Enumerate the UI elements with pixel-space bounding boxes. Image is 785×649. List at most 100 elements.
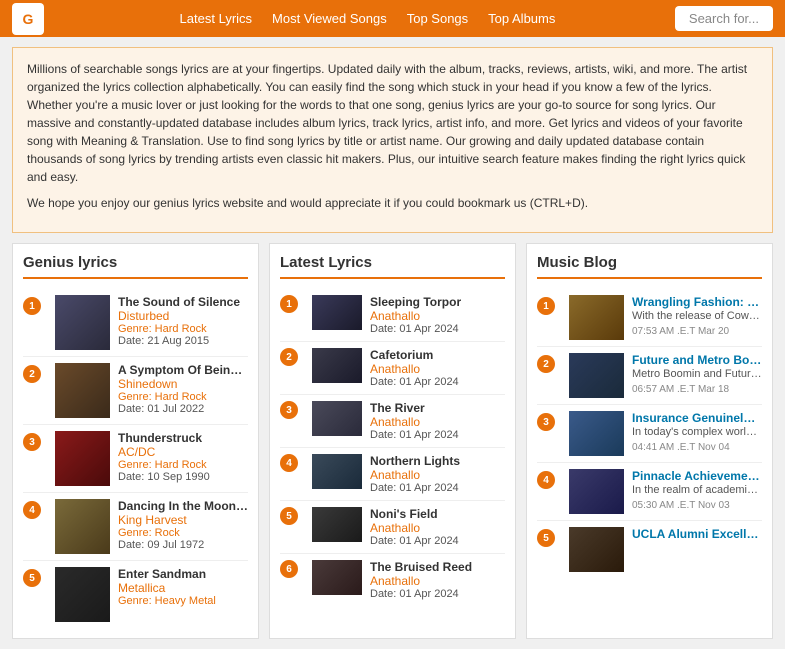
song-title[interactable]: Northern Lights [370, 454, 505, 468]
list-item: 3 Insurance Genuinely Cost In today's co… [537, 405, 762, 463]
song-title[interactable]: The River [370, 401, 505, 415]
list-item: 4 Pinnacle Achievement Scholars... In th… [537, 463, 762, 521]
logo: G [12, 3, 44, 35]
item-info: Future and Metro Boomin's Du... Metro Bo… [632, 353, 762, 395]
artist-name[interactable]: Anathallo [370, 521, 505, 535]
item-info: A Symptom Of Being Human Shinedown Genre… [118, 363, 248, 415]
item-info: Sleeping Torpor Anathallo Date: 01 Apr 2… [370, 295, 505, 335]
item-info: The Bruised Reed Anathallo Date: 01 Apr … [370, 560, 505, 600]
artist-name[interactable]: Anathallo [370, 309, 505, 323]
genre-label: Genre: Hard Rock [118, 391, 248, 403]
blog-time: 07:53 AM .E.T Mar 20 [632, 326, 762, 337]
search-button[interactable]: Search for... [675, 6, 773, 31]
album-thumbnail [55, 431, 110, 486]
nav-most-viewed-songs[interactable]: Most Viewed Songs [272, 11, 387, 26]
date-label: Date: 01 Apr 2024 [370, 323, 505, 335]
album-thumbnail [55, 499, 110, 554]
item-number: 5 [23, 567, 47, 587]
list-item: 6 The Bruised Reed Anathallo Date: 01 Ap… [280, 554, 505, 606]
song-title[interactable]: Sleeping Torpor [370, 295, 505, 309]
intro-banner: Millions of searchable songs lyrics are … [12, 47, 773, 233]
song-title[interactable]: Noni's Field [370, 507, 505, 521]
item-number: 6 [280, 560, 304, 578]
album-thumbnail [55, 567, 110, 622]
artist-name[interactable]: Anathallo [370, 415, 505, 429]
item-number: 4 [23, 499, 47, 519]
item-number: 2 [23, 363, 47, 383]
blog-title[interactable]: Pinnacle Achievement Scholars... [632, 469, 762, 483]
item-info: UCLA Alumni Excellence Schola... [632, 527, 762, 543]
item-info: Thunderstruck AC/DC Genre: Hard Rock Dat… [118, 431, 248, 483]
nav-top-songs[interactable]: Top Songs [407, 11, 468, 26]
nav-latest-lyrics[interactable]: Latest Lyrics [180, 11, 253, 26]
song-title[interactable]: Enter Sandman [118, 567, 248, 581]
list-item: 1 Sleeping Torpor Anathallo Date: 01 Apr… [280, 289, 505, 342]
item-info: Wrangling Fashion: How Beyon... With the… [632, 295, 762, 337]
item-info: Pinnacle Achievement Scholars... In the … [632, 469, 762, 511]
header: G Latest Lyrics Most Viewed Songs Top So… [0, 0, 785, 37]
item-info: Northern Lights Anathallo Date: 01 Apr 2… [370, 454, 505, 494]
genre-label: Genre: Heavy Metal [118, 595, 248, 607]
blog-title[interactable]: Insurance Genuinely Cost [632, 411, 762, 425]
item-number: 4 [537, 469, 561, 489]
blog-time: 06:57 AM .E.T Mar 18 [632, 384, 762, 395]
list-item: 4 Northern Lights Anathallo Date: 01 Apr… [280, 448, 505, 501]
latest-lyrics-title: Latest Lyrics [280, 254, 505, 279]
main-content: Genius lyrics 1 The Sound of Silence Dis… [12, 243, 773, 639]
nav-top-albums[interactable]: Top Albums [488, 11, 555, 26]
item-number: 3 [280, 401, 304, 419]
item-number: 2 [537, 353, 561, 373]
genre-label: Genre: Hard Rock [118, 459, 248, 471]
song-thumbnail [312, 295, 362, 330]
list-item: 5 Noni's Field Anathallo Date: 01 Apr 20… [280, 501, 505, 554]
artist-name[interactable]: Shinedown [118, 377, 248, 391]
genius-lyrics-title: Genius lyrics [23, 254, 248, 279]
date-label: Date: 09 Jul 1972 [118, 539, 248, 551]
album-thumbnail [55, 363, 110, 418]
blog-title[interactable]: UCLA Alumni Excellence Schola... [632, 527, 762, 541]
song-thumbnail [312, 507, 362, 542]
main-nav: Latest Lyrics Most Viewed Songs Top Song… [60, 11, 675, 26]
date-label: Date: 01 Apr 2024 [370, 376, 505, 388]
item-info: The Sound of Silence Disturbed Genre: Ha… [118, 295, 248, 347]
artist-name[interactable]: Anathallo [370, 574, 505, 588]
item-info: Noni's Field Anathallo Date: 01 Apr 2024 [370, 507, 505, 547]
artist-name[interactable]: Anathallo [370, 362, 505, 376]
song-title[interactable]: A Symptom Of Being Human [118, 363, 248, 377]
item-number: 1 [23, 295, 47, 315]
song-thumbnail [312, 560, 362, 595]
song-thumbnail [312, 401, 362, 436]
date-label: Date: 01 Apr 2024 [370, 429, 505, 441]
artist-name[interactable]: Anathallo [370, 468, 505, 482]
date-label: Date: 01 Apr 2024 [370, 588, 505, 600]
item-number: 4 [280, 454, 304, 472]
artist-name[interactable]: King Harvest [118, 513, 248, 527]
blog-excerpt: In today's complex world, insurance is a… [632, 425, 762, 440]
music-blog-title: Music Blog [537, 254, 762, 279]
artist-name[interactable]: Disturbed [118, 309, 248, 323]
list-item: 2 Cafetorium Anathallo Date: 01 Apr 2024 [280, 342, 505, 395]
date-label: Date: 10 Sep 1990 [118, 471, 248, 483]
blog-thumbnail [569, 353, 624, 398]
song-title[interactable]: The Sound of Silence [118, 295, 248, 309]
item-info: Dancing In the Moonlight (Origi... King … [118, 499, 248, 551]
blog-excerpt: Metro Boomin and Future have officially … [632, 367, 762, 382]
list-item: 3 The River Anathallo Date: 01 Apr 2024 [280, 395, 505, 448]
song-title[interactable]: Dancing In the Moonlight (Origi... [118, 499, 248, 513]
item-info: Enter Sandman Metallica Genre: Heavy Met… [118, 567, 248, 607]
date-label: Date: 21 Aug 2015 [118, 335, 248, 347]
artist-name[interactable]: AC/DC [118, 445, 248, 459]
item-number: 1 [537, 295, 561, 315]
blog-title[interactable]: Wrangling Fashion: How Beyon... [632, 295, 762, 309]
genre-label: Genre: Rock [118, 527, 248, 539]
date-label: Date: 01 Jul 2022 [118, 403, 248, 415]
blog-title[interactable]: Future and Metro Boomin's Du... [632, 353, 762, 367]
item-number: 5 [537, 527, 561, 547]
item-info: Cafetorium Anathallo Date: 01 Apr 2024 [370, 348, 505, 388]
blog-thumbnail [569, 469, 624, 514]
song-title[interactable]: Cafetorium [370, 348, 505, 362]
song-title[interactable]: Thunderstruck [118, 431, 248, 445]
song-title[interactable]: The Bruised Reed [370, 560, 505, 574]
artist-name[interactable]: Metallica [118, 581, 248, 595]
list-item: 2 Future and Metro Boomin's Du... Metro … [537, 347, 762, 405]
